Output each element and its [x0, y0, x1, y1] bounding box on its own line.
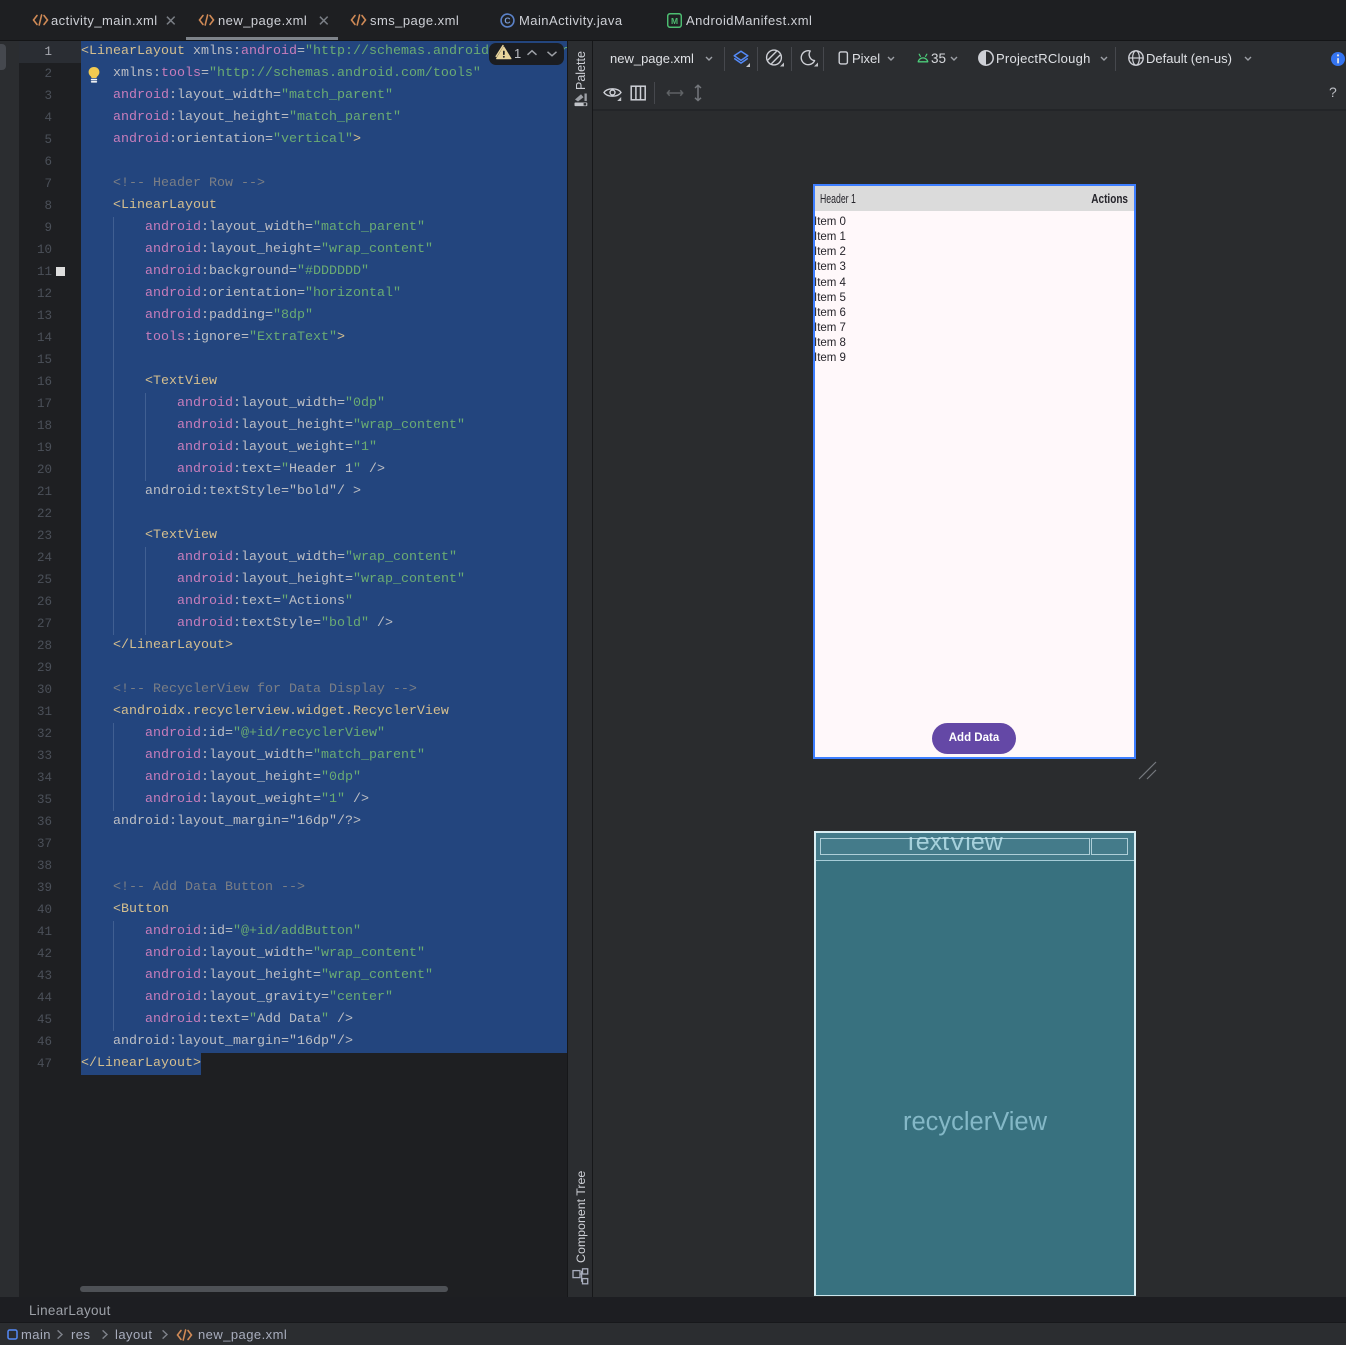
- svg-text:C: C: [504, 16, 510, 26]
- svg-text:M: M: [671, 16, 678, 26]
